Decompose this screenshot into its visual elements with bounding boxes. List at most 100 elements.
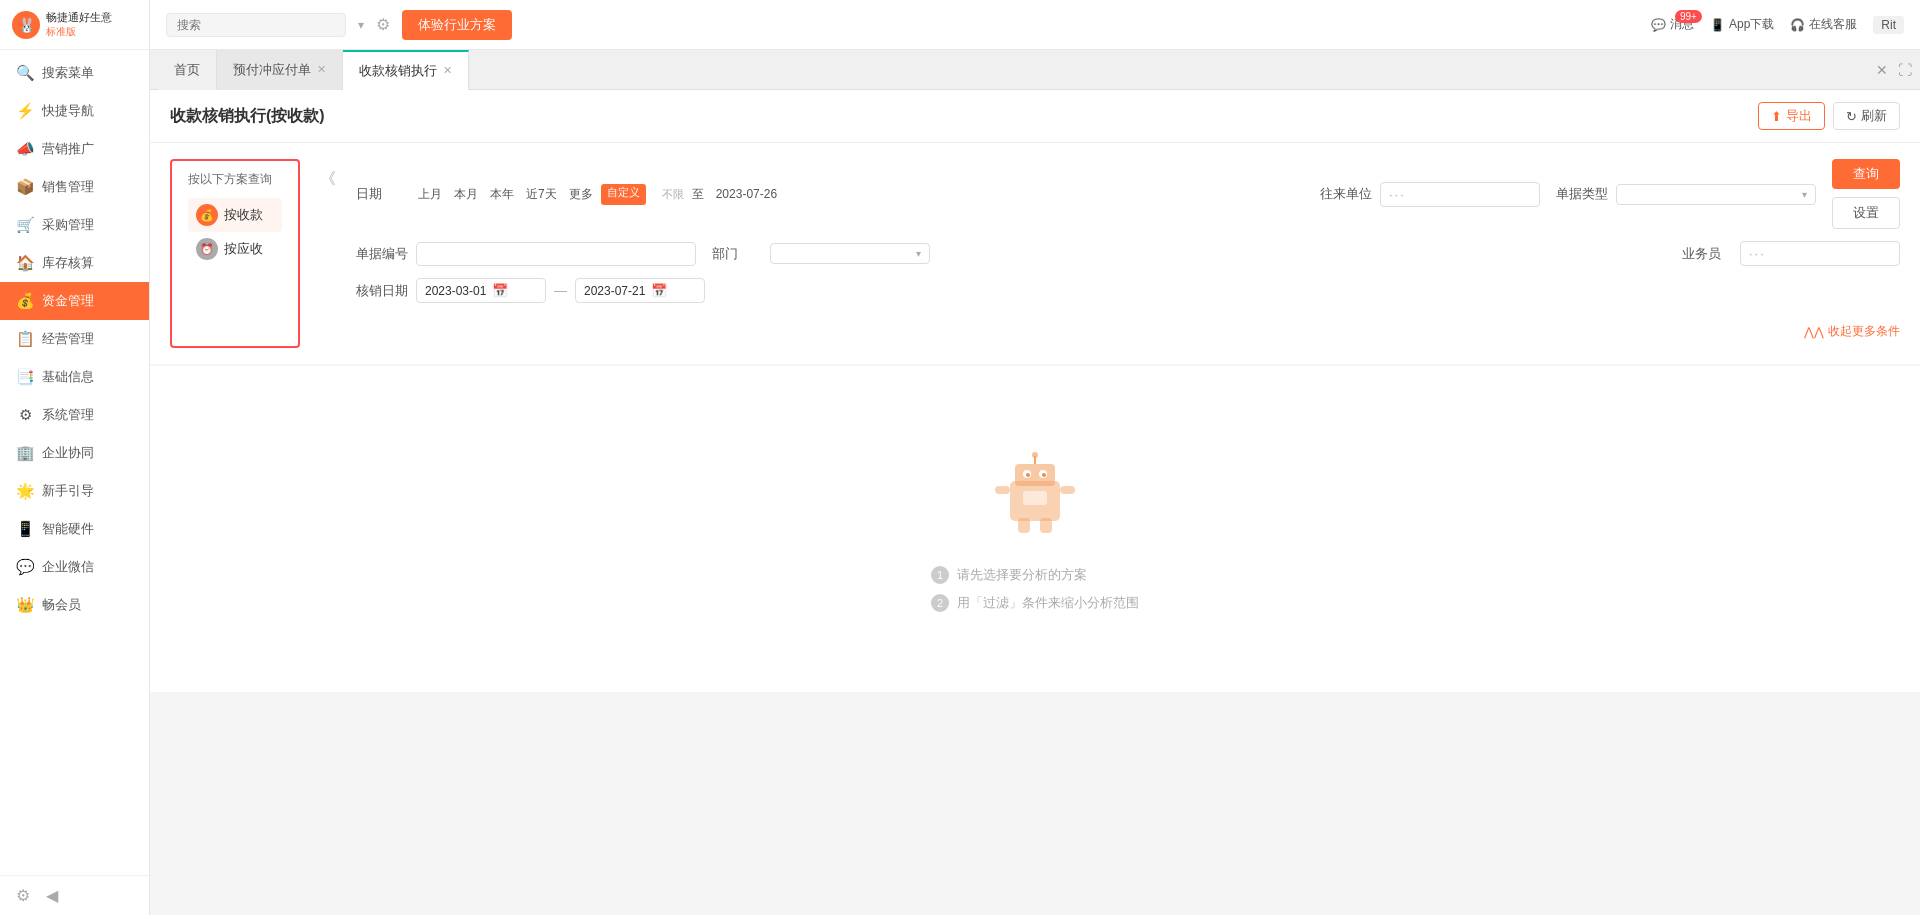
message-icon: 💬 <box>1651 18 1666 32</box>
svg-rect-10 <box>1018 518 1030 533</box>
query-btn[interactable]: 查询 <box>1832 159 1900 189</box>
tab-collection-verify[interactable]: 收款核销执行 ✕ <box>343 50 469 90</box>
sidebar-item-operations[interactable]: 📋经营管理 <box>0 320 149 358</box>
refresh-btn[interactable]: ↻ 刷新 <box>1833 102 1900 130</box>
inventory-label: 库存核算 <box>42 254 94 272</box>
partner-select[interactable]: ··· <box>1380 182 1540 207</box>
last-7-days-btn[interactable]: 近7天 <box>522 184 561 205</box>
dept-label: 部门 <box>712 245 762 263</box>
bill-type-select[interactable]: ▾ <box>1616 184 1816 205</box>
tab-home[interactable]: 首页 <box>158 50 217 90</box>
collapse-icon[interactable]: ◀ <box>46 886 58 905</box>
svg-rect-11 <box>1040 518 1052 533</box>
solution-btn[interactable]: 体验行业方案 <box>402 10 512 40</box>
dept-chevron: ▾ <box>916 248 921 259</box>
tabs-actions: ✕ ⛶ <box>1876 62 1912 78</box>
sidebar-item-sales[interactable]: 📦销售管理 <box>0 168 149 206</box>
tab-prepay-close[interactable]: ✕ <box>317 63 326 76</box>
sidebar-item-wechat[interactable]: 💬企业微信 <box>0 548 149 586</box>
refresh-icon: ↻ <box>1846 109 1857 124</box>
app-icon: 📱 <box>1710 18 1725 32</box>
custom-date-tag[interactable]: 自定义 <box>601 184 646 205</box>
filter-query-type: 按以下方案查询 💰 按收款 ⏰ 按应收 <box>170 159 300 348</box>
sidebar-item-purchase[interactable]: 🛒采购管理 <box>0 206 149 244</box>
page-header: 收款核销执行(按收款) ⬆ 导出 ↻ 刷新 <box>150 90 1920 143</box>
date-label: 日期 <box>356 185 406 203</box>
tab-prepay[interactable]: 预付冲应付单 ✕ <box>217 50 343 90</box>
tab-collection-verify-close[interactable]: ✕ <box>443 64 452 77</box>
topbar-chevron-icon[interactable]: ▾ <box>358 18 364 32</box>
by-collection-label: 按收款 <box>224 206 263 224</box>
empty-hint-1: 1 请先选择要分析的方案 <box>931 566 1139 584</box>
filter-option-by-collection[interactable]: 💰 按收款 <box>188 198 282 232</box>
app-version: 标准版 <box>46 25 112 39</box>
this-year-btn[interactable]: 本年 <box>486 184 518 205</box>
filter-option-by-receivable[interactable]: ⏰ 按应收 <box>188 232 282 266</box>
last-month-btn[interactable]: 上月 <box>414 184 446 205</box>
sidebar-item-enterprise[interactable]: 🏢 企业协同 <box>0 434 149 472</box>
collapse-filter-btn[interactable]: 《 <box>316 169 340 190</box>
user-name[interactable]: Rit <box>1873 16 1904 34</box>
verify-date-end-value: 2023-07-21 <box>584 284 645 298</box>
settings-icon[interactable]: ⚙ <box>16 886 30 905</box>
export-btn[interactable]: ⬆ 导出 <box>1758 102 1825 130</box>
finance-icon: 💰 <box>16 292 34 310</box>
tab-close-all-icon[interactable]: ✕ <box>1876 62 1888 78</box>
verify-date-end[interactable]: 2023-07-21 📅 <box>575 278 705 303</box>
filter-area: 按以下方案查询 💰 按收款 ⏰ 按应收 《 日期 <box>150 143 1920 364</box>
sidebar-item-hardware[interactable]: 📱智能硬件 <box>0 510 149 548</box>
calendar-end-icon: 📅 <box>651 283 667 298</box>
date-shortcuts: 上月 本月 本年 近7天 更多 自定义 <box>414 184 646 205</box>
verify-date-label: 核销日期 <box>356 282 408 300</box>
date-separator: — <box>554 283 567 298</box>
sidebar-item-marketing[interactable]: 📣营销推广 <box>0 130 149 168</box>
sidebar-item-member[interactable]: 👑畅会员 <box>0 586 149 624</box>
topbar-search-input[interactable] <box>166 13 346 37</box>
app-download-btn[interactable]: 📱 App下载 <box>1710 16 1774 33</box>
more-conditions-label: 收起更多条件 <box>1828 323 1900 340</box>
sidebar-item-system[interactable]: ⚙ 系统管理 <box>0 396 149 434</box>
sidebar-item-inventory[interactable]: 🏠库存核算 <box>0 244 149 282</box>
filter-row-2: 单据编号 部门 ▾ 业务员 ··· <box>356 241 1900 266</box>
app-logo: 🐰 畅捷通好生意 标准版 <box>0 0 149 50</box>
sidebar-item-basic-info[interactable]: 📑基础信息 <box>0 358 149 396</box>
tab-prepay-label: 预付冲应付单 <box>233 61 311 79</box>
this-month-btn[interactable]: 本月 <box>450 184 482 205</box>
tab-expand-icon[interactable]: ⛶ <box>1898 62 1912 78</box>
empty-hints: 1 请先选择要分析的方案 2 用「过滤」条件来缩小分析范围 <box>931 566 1139 612</box>
more-date-btn[interactable]: 更多 <box>565 184 597 205</box>
salesman-select[interactable]: ··· <box>1740 241 1900 266</box>
finance-label: 资金管理 <box>42 292 94 310</box>
setting-btn[interactable]: 设置 <box>1832 197 1900 229</box>
dept-select[interactable]: ▾ <box>770 243 930 264</box>
verify-date-start[interactable]: 2023-03-01 📅 <box>416 278 546 303</box>
bill-no-label: 单据编号 <box>356 245 408 263</box>
enterprise-label: 企业协同 <box>42 444 94 462</box>
sidebar-item-guide[interactable]: 🌟新手引导 <box>0 472 149 510</box>
message-btn[interactable]: 💬 消息 99+ <box>1651 16 1694 33</box>
main-area: ▾ ⚙ 体验行业方案 💬 消息 99+ 📱 App下载 🎧 在线客服 Rit 首… <box>150 0 1920 915</box>
svg-point-4 <box>1026 473 1030 477</box>
more-conditions-row: ⋀⋀ 收起更多条件 <box>356 315 1900 348</box>
bill-no-input[interactable] <box>416 242 696 266</box>
svg-point-7 <box>1032 452 1038 458</box>
more-conditions-btn[interactable]: ⋀⋀ 收起更多条件 <box>1804 323 1900 340</box>
sidebar-item-search[interactable]: 🔍搜索菜单 <box>0 54 149 92</box>
wechat-label: 企业微信 <box>42 558 94 576</box>
search-icon: 🔍 <box>16 64 34 82</box>
date-field: 日期 上月 本月 本年 近7天 更多 自定义 <box>356 184 646 205</box>
sidebar-item-quick-nav[interactable]: ⚡快捷导航 <box>0 92 149 130</box>
marketing-label: 营销推广 <box>42 140 94 158</box>
topbar-gear-icon[interactable]: ⚙ <box>376 15 390 34</box>
collection-icon: 💰 <box>196 204 218 226</box>
sidebar: 🐰 畅捷通好生意 标准版 🔍搜索菜单⚡快捷导航📣营销推广📦销售管理🛒采购管理🏠库… <box>0 0 150 915</box>
sidebar-item-finance[interactable]: 💰 资金管理 <box>0 282 149 320</box>
salesman-label: 业务员 <box>1682 245 1732 263</box>
online-service-btn[interactable]: 🎧 在线客服 <box>1790 16 1857 33</box>
app-name: 畅捷通好生意 <box>46 10 112 24</box>
enterprise-icon: 🏢 <box>16 444 34 462</box>
system-label: 系统管理 <box>42 406 94 424</box>
dept-field: 部门 ▾ <box>712 243 930 264</box>
svg-rect-8 <box>995 486 1010 494</box>
system-icon: ⚙ <box>16 406 34 424</box>
